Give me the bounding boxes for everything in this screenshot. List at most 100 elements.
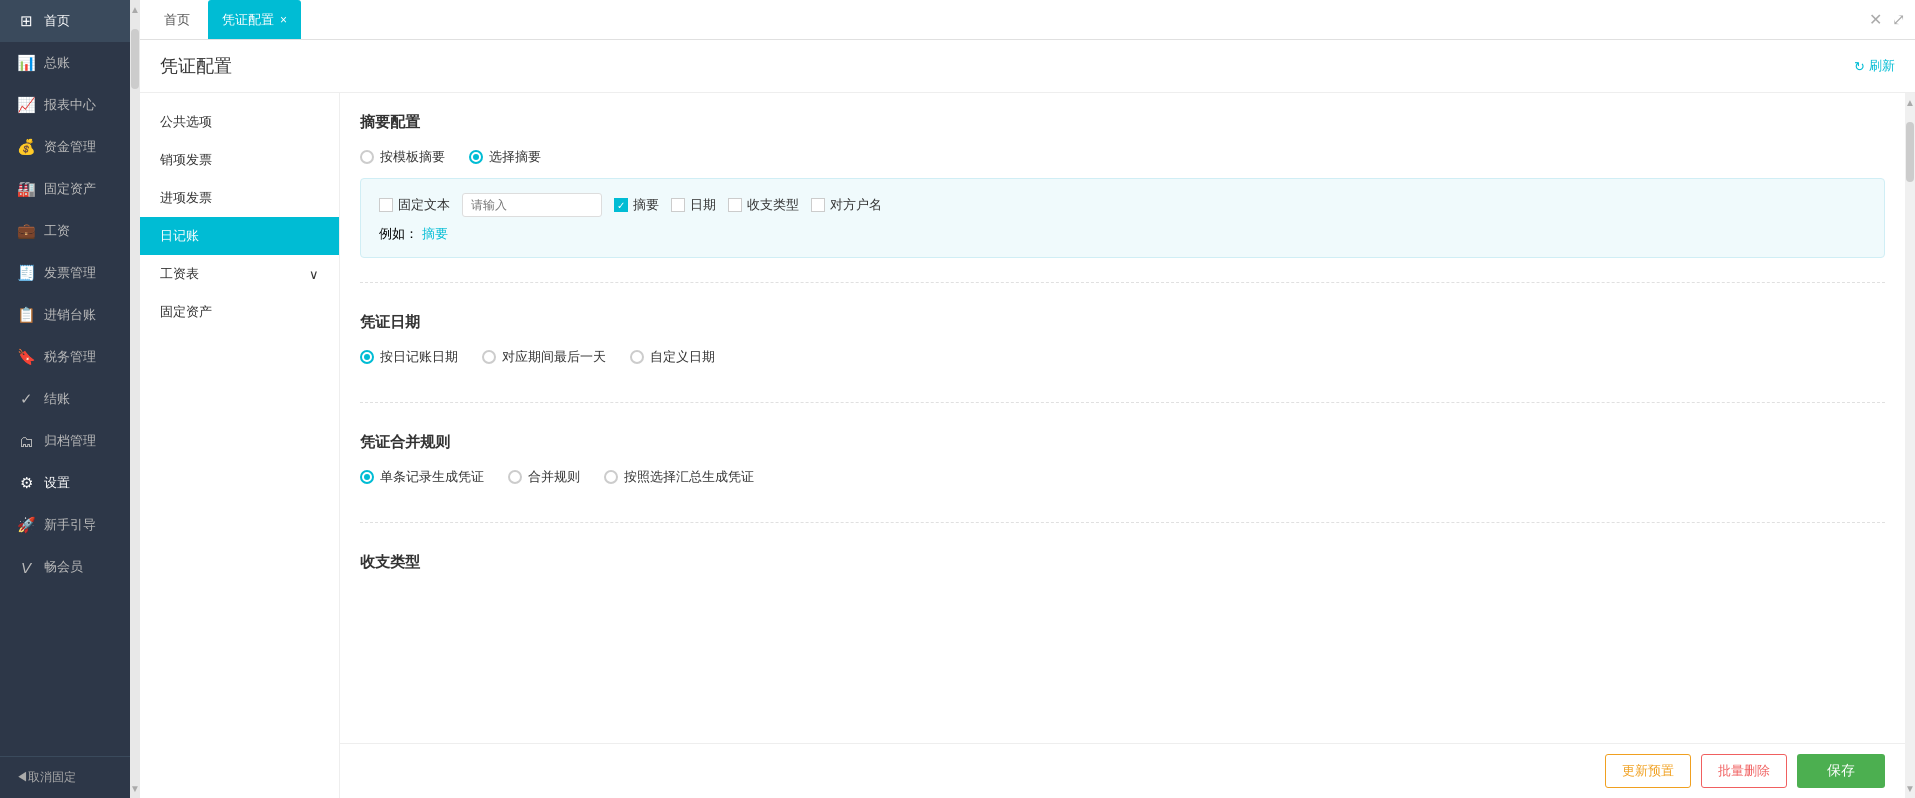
sidebar-item-closing[interactable]: ✓ 结账 — [0, 378, 130, 420]
section-merge-rule-title: 凭证合并规则 — [360, 433, 1885, 452]
radio-aggregate-label: 按照选择汇总生成凭证 — [624, 468, 754, 486]
right-scroll-up[interactable]: ▲ — [1903, 95, 1915, 110]
summary-config-row: 固定文本 ✓ 摘要 日期 — [379, 193, 1866, 217]
checkbox-summary[interactable]: ✓ 摘要 — [614, 196, 659, 214]
update-preview-button[interactable]: 更新预置 — [1605, 754, 1691, 788]
voucher-date-radio-journal[interactable]: 按日记账日期 — [360, 348, 458, 366]
sidebar-item-home[interactable]: ⊞ 首页 — [0, 0, 130, 42]
left-nav-label: 公共选项 — [160, 113, 212, 131]
sidebar-item-tax[interactable]: 🔖 税务管理 — [0, 336, 130, 378]
tab-home[interactable]: 首页 — [150, 0, 204, 39]
radio-journal-date-input[interactable] — [360, 350, 374, 364]
right-scroll-down[interactable]: ▼ — [1903, 781, 1915, 796]
checkbox-summary-input[interactable]: ✓ — [614, 198, 628, 212]
summary-radio-select[interactable]: 选择摘要 — [469, 148, 541, 166]
tab-home-label: 首页 — [164, 11, 190, 29]
voucher-date-radio-group: 按日记账日期 对应期间最后一天 自定义日期 — [360, 348, 1885, 366]
payroll-icon: 💼 — [16, 222, 36, 240]
merge-rule-radio-single[interactable]: 单条记录生成凭证 — [360, 468, 484, 486]
left-nav-item-purchase-invoice[interactable]: 进项发票 — [140, 179, 339, 217]
sidebar-item-label: 新手引导 — [44, 516, 96, 534]
reports-icon: 📈 — [16, 96, 36, 114]
sidebar-item-settings[interactable]: ⚙ 设置 — [0, 462, 130, 504]
radio-period-last-input[interactable] — [482, 350, 496, 364]
summary-radio-template[interactable]: 按模板摘要 — [360, 148, 445, 166]
radio-merge-rule-input[interactable] — [508, 470, 522, 484]
sidebar-item-archive[interactable]: 🗂 归档管理 — [0, 420, 130, 462]
checkbox-counterparty-label: 对方户名 — [830, 196, 882, 214]
checkbox-receipt-type-input[interactable] — [728, 198, 742, 212]
tab-close-icon[interactable]: × — [280, 13, 287, 27]
window-close-icon[interactable]: ✕ — [1869, 10, 1882, 29]
radio-custom-date-label: 自定义日期 — [650, 348, 715, 366]
left-nav-item-fixed-assets[interactable]: 固定资产 — [140, 293, 339, 331]
sidebar-item-label: 设置 — [44, 474, 70, 492]
summary-preview-row: 例如： 摘要 — [379, 225, 1866, 243]
radio-custom-date-input[interactable] — [630, 350, 644, 364]
sidebar-item-funds[interactable]: 💰 资金管理 — [0, 126, 130, 168]
bottom-bar: 更新预置 批量删除 保存 — [340, 743, 1905, 798]
radio-select-label: 选择摘要 — [489, 148, 541, 166]
checkbox-fixed-text[interactable]: 固定文本 — [379, 196, 450, 214]
left-nav-item-public[interactable]: 公共选项 — [140, 103, 339, 141]
sidebar-item-label: 发票管理 — [44, 264, 96, 282]
section-summary-title: 摘要配置 — [360, 113, 1885, 132]
left-nav-item-payroll-sheet[interactable]: 工资表 ∨ — [140, 255, 339, 293]
left-nav-item-journal[interactable]: 日记账 — [140, 217, 339, 255]
sidebar-item-label: 总账 — [44, 54, 70, 72]
sidebar-item-ledger[interactable]: 📊 总账 — [0, 42, 130, 84]
sidebar-item-member[interactable]: V 畅会员 — [0, 546, 130, 588]
guide-icon: 🚀 — [16, 516, 36, 534]
tab-voucher-config[interactable]: 凭证配置 × — [208, 0, 301, 39]
funds-icon: 💰 — [16, 138, 36, 156]
sidebar-item-reports[interactable]: 📈 报表中心 — [0, 84, 130, 126]
closing-icon: ✓ — [16, 390, 36, 408]
sidebar-item-label: 归档管理 — [44, 432, 96, 450]
refresh-icon: ↻ — [1854, 59, 1865, 74]
right-scrollbar: ▲ ▼ — [1905, 93, 1915, 798]
radio-aggregate-input[interactable] — [604, 470, 618, 484]
sidebar-scrollbar: ▲ ▼ — [130, 0, 140, 798]
checkbox-counterparty-input[interactable] — [811, 198, 825, 212]
checkbox-counterparty[interactable]: 对方户名 — [811, 196, 882, 214]
refresh-button[interactable]: ↻ 刷新 — [1854, 57, 1895, 75]
radio-single-record-label: 单条记录生成凭证 — [380, 468, 484, 486]
sidebar-item-assets[interactable]: 🏭 固定资产 — [0, 168, 130, 210]
merge-rule-radio-aggregate[interactable]: 按照选择汇总生成凭证 — [604, 468, 754, 486]
sidebar-footer-unpin[interactable]: ◀取消固定 — [0, 756, 130, 798]
tax-icon: 🔖 — [16, 348, 36, 366]
assets-icon: 🏭 — [16, 180, 36, 198]
left-nav-label: 固定资产 — [160, 303, 212, 321]
voucher-date-radio-custom[interactable]: 自定义日期 — [630, 348, 715, 366]
radio-template-input[interactable] — [360, 150, 374, 164]
sidebar: ⊞ 首页 📊 总账 📈 报表中心 💰 资金管理 🏭 固定资产 💼 工资 🧾 发票… — [0, 0, 130, 798]
fixed-text-input[interactable] — [462, 193, 602, 217]
left-nav-label: 进项发票 — [160, 189, 212, 207]
sidebar-item-guide[interactable]: 🚀 新手引导 — [0, 504, 130, 546]
sidebar-item-purchase-sales[interactable]: 📋 进销台账 — [0, 294, 130, 336]
sidebar-item-invoice[interactable]: 🧾 发票管理 — [0, 252, 130, 294]
radio-select-input[interactable] — [469, 150, 483, 164]
invoice-icon: 🧾 — [16, 264, 36, 282]
checkbox-date-input[interactable] — [671, 198, 685, 212]
ledger-icon: 📊 — [16, 54, 36, 72]
window-max-icon[interactable]: ⤢ — [1892, 10, 1905, 29]
page-title: 凭证配置 — [160, 54, 232, 78]
member-icon: V — [16, 559, 36, 576]
summary-radio-group: 按模板摘要 选择摘要 — [360, 148, 1885, 166]
sidebar-item-label: 首页 — [44, 12, 70, 30]
checkbox-receipt-type[interactable]: 收支类型 — [728, 196, 799, 214]
merge-rule-radio-merge[interactable]: 合并规则 — [508, 468, 580, 486]
checkbox-fixed-text-input[interactable] — [379, 198, 393, 212]
tab-voucher-config-label: 凭证配置 — [222, 11, 274, 29]
left-nav-item-sales-invoice[interactable]: 销项发票 — [140, 141, 339, 179]
batch-delete-button[interactable]: 批量删除 — [1701, 754, 1787, 788]
save-button[interactable]: 保存 — [1797, 754, 1885, 788]
purchase-sales-icon: 📋 — [16, 306, 36, 324]
sidebar-item-label: 税务管理 — [44, 348, 96, 366]
radio-single-record-input[interactable] — [360, 470, 374, 484]
sidebar-item-label: 畅会员 — [44, 558, 83, 576]
sidebar-item-payroll[interactable]: 💼 工资 — [0, 210, 130, 252]
voucher-date-radio-period-last[interactable]: 对应期间最后一天 — [482, 348, 606, 366]
checkbox-date[interactable]: 日期 — [671, 196, 716, 214]
